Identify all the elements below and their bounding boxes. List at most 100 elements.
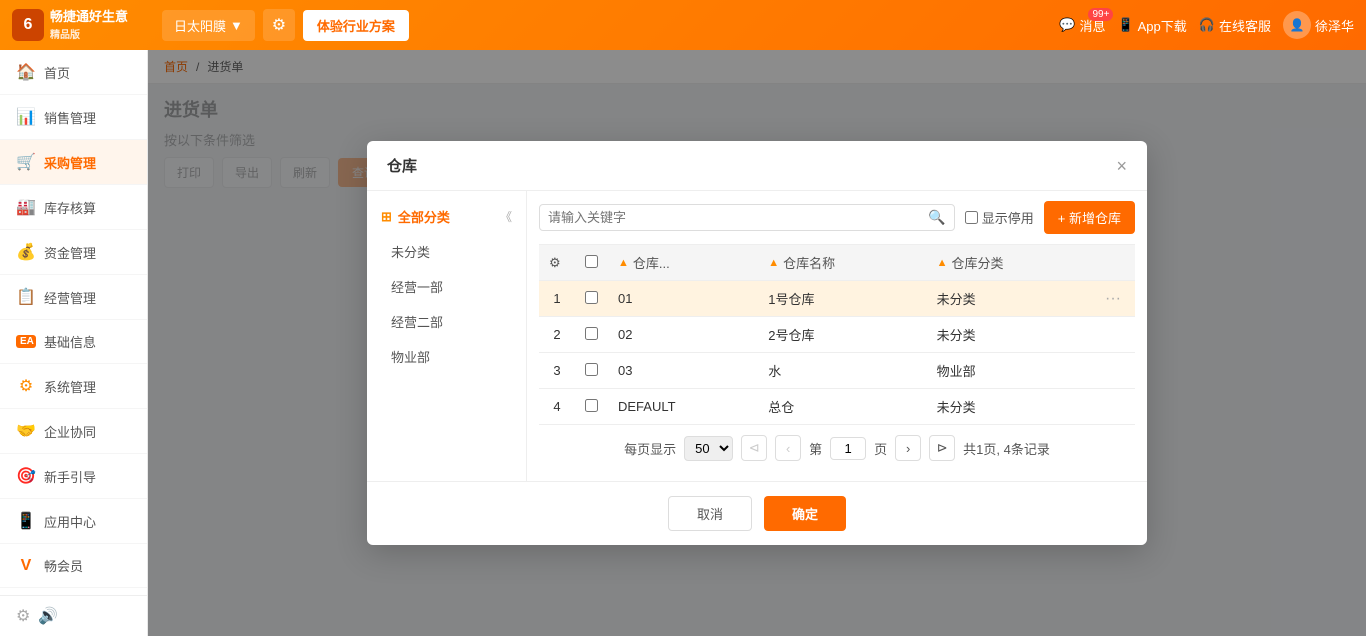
sidebar-item-apps[interactable]: 📱 应用中心 — [0, 499, 147, 544]
th-category: ▲ 仓库分类 — [927, 245, 1095, 281]
row-action-btn-1[interactable]: ··· — [1105, 290, 1121, 308]
online-service-button[interactable]: 🎧 在线客服 — [1199, 16, 1271, 35]
th-settings: ⚙ — [539, 245, 575, 281]
phone-icon: 📱 — [1117, 17, 1133, 33]
all-categories-header[interactable]: ⊞ 全部分类 《 — [367, 199, 526, 234]
modal-footer: 取消 确定 — [367, 481, 1147, 545]
settings-bottom-icon[interactable]: ⚙ — [16, 606, 30, 626]
message-icon: 💬 — [1059, 17, 1075, 33]
row-num-1: 1 — [539, 281, 575, 317]
search-icon[interactable]: 🔍 — [928, 209, 945, 226]
nav-center: 日太阳膜 ▼ ⚙ 体验行业方案 — [162, 9, 1049, 41]
purchase-icon: 🛒 — [16, 152, 36, 172]
nav-right: 💬 消息 99+ 📱 App下载 🎧 在线客服 👤 徐泽华 — [1059, 11, 1354, 39]
modal-close-button[interactable]: × — [1116, 157, 1127, 175]
operation-icon: 📋 — [16, 287, 36, 307]
modal-overlay: 仓库 × ⊞ 全部分类 《 未分类 — [148, 50, 1366, 636]
sidebar-item-sales[interactable]: 📊 销售管理 — [0, 95, 147, 140]
sidebar-item-purchase[interactable]: 🛒 采购管理 — [0, 140, 147, 185]
speaker-icon[interactable]: 🔊 — [38, 606, 58, 626]
select-all-checkbox[interactable] — [585, 255, 598, 268]
search-input[interactable] — [548, 210, 922, 225]
collapse-button[interactable]: 《 — [500, 208, 512, 225]
row-code-2: 02 — [608, 317, 758, 353]
show-disabled-label[interactable]: 显示停用 — [965, 208, 1034, 227]
sidebar-label-finance: 资金管理 — [44, 243, 96, 262]
per-page-select[interactable]: 50 — [684, 436, 733, 461]
sort-icon: ▲ — [618, 257, 629, 269]
row-code-4: DEFAULT — [608, 389, 758, 425]
sort-icon3: ▲ — [937, 257, 948, 269]
content-area: 首页 / 进货单 进货单 按以下条件筛选 打印 导出 刷新 查询 设置 仓库 × — [148, 50, 1366, 636]
th-code: ▲ 仓库... — [608, 245, 758, 281]
add-warehouse-button[interactable]: + 新增仓库 — [1044, 201, 1135, 234]
settings-button[interactable]: ⚙ — [263, 9, 295, 41]
enterprise-icon: 🤝 — [16, 421, 36, 441]
row-num-4: 4 — [539, 389, 575, 425]
last-page-btn[interactable]: ⊳ — [929, 435, 955, 461]
sales-icon: 📊 — [16, 107, 36, 127]
table-row[interactable]: 2 02 2号仓库 未分类 — [539, 317, 1135, 353]
th-name: ▲ 仓库名称 — [758, 245, 926, 281]
top-navigation: 6 畅捷通好生意 精品版 日太阳膜 ▼ ⚙ 体验行业方案 💬 消息 99+ 📱 … — [0, 0, 1366, 50]
sidebar-item-operation[interactable]: 📋 经营管理 — [0, 275, 147, 320]
trial-button[interactable]: 体验行业方案 — [303, 10, 409, 41]
row-category-3: 物业部 — [927, 353, 1095, 389]
sidebar-item-inventory[interactable]: 🏭 库存核算 — [0, 185, 147, 230]
sidebar-item-system[interactable]: ⚙ 系统管理 — [0, 364, 147, 409]
table-row[interactable]: 3 03 水 物业部 — [539, 353, 1135, 389]
total-info: 共1页, 4条记录 — [963, 439, 1050, 458]
row-name-3: 水 — [758, 353, 926, 389]
all-categories-label: 全部分类 — [398, 207, 450, 226]
sidebar-item-enterprise[interactable]: 🤝 企业协同 — [0, 409, 147, 454]
next-page-btn[interactable]: › — [895, 435, 921, 461]
avatar: 👤 — [1283, 11, 1311, 39]
table-row[interactable]: 1 01 1号仓库 未分类 ··· — [539, 281, 1135, 317]
search-box: 🔍 — [539, 204, 955, 231]
first-page-btn[interactable]: ⊲ — [741, 435, 767, 461]
row-checkbox-3 — [575, 353, 608, 389]
app-subtitle: 精品版 — [50, 26, 128, 41]
row-actions-3 — [1095, 353, 1135, 389]
show-disabled-checkbox[interactable] — [965, 211, 978, 224]
store-dropdown[interactable]: 日太阳膜 ▼ — [162, 10, 255, 41]
row-name-2: 2号仓库 — [758, 317, 926, 353]
category-sidebar: ⊞ 全部分类 《 未分类 经营一部 经营二部 — [367, 191, 527, 481]
pagination: 每页显示 50 ⊲ ‹ 第 页 › ⊳ 共1页, 4条记录 — [539, 425, 1135, 471]
cat-item-unclassified[interactable]: 未分类 — [367, 234, 526, 269]
finance-icon: 💰 — [16, 242, 36, 262]
row-name-4: 总仓 — [758, 389, 926, 425]
app-title: 畅捷通好生意 — [50, 9, 128, 26]
sidebar-item-finance[interactable]: 💰 资金管理 — [0, 230, 147, 275]
table-wrapper: ⚙ ▲ 仓库... — [539, 244, 1135, 425]
cat-item-dept2[interactable]: 经营二部 — [367, 304, 526, 339]
ea-icon: EA — [16, 335, 36, 348]
th-checkbox — [575, 245, 608, 281]
user-menu[interactable]: 👤 徐泽华 — [1283, 11, 1354, 39]
warehouse-modal: 仓库 × ⊞ 全部分类 《 未分类 — [367, 141, 1147, 545]
cat-item-dept1[interactable]: 经营一部 — [367, 269, 526, 304]
row-category-1: 未分类 — [927, 281, 1095, 317]
app-download-button[interactable]: 📱 App下载 — [1117, 16, 1186, 35]
cat-item-property[interactable]: 物业部 — [367, 339, 526, 374]
row-name-1: 1号仓库 — [758, 281, 926, 317]
sidebar-item-guide[interactable]: 🎯 新手引导 — [0, 454, 147, 499]
guide-icon: 🎯 — [16, 466, 36, 486]
table-toolbar: 🔍 显示停用 + 新增仓库 — [539, 201, 1135, 234]
prev-page-btn[interactable]: ‹ — [775, 435, 801, 461]
sidebar-item-home[interactable]: 🏠 首页 — [0, 50, 147, 95]
sidebar-label-basic-info: 基础信息 — [44, 332, 96, 351]
table-header: ⚙ ▲ 仓库... — [539, 245, 1135, 281]
sidebar-label-sales: 销售管理 — [44, 108, 96, 127]
page-input[interactable] — [830, 437, 866, 460]
cancel-button[interactable]: 取消 — [668, 496, 752, 531]
message-button[interactable]: 💬 消息 99+ — [1059, 16, 1105, 35]
table-row[interactable]: 4 DEFAULT 总仓 未分类 — [539, 389, 1135, 425]
confirm-button[interactable]: 确定 — [764, 496, 846, 531]
sidebar-item-basic-info[interactable]: EA 基础信息 — [0, 320, 147, 364]
sidebar-label-apps: 应用中心 — [44, 512, 96, 531]
page-label: 第 — [809, 439, 822, 458]
sidebar-item-member[interactable]: V 畅会员 — [0, 544, 147, 588]
system-icon: ⚙ — [16, 376, 36, 396]
inventory-icon: 🏭 — [16, 197, 36, 217]
